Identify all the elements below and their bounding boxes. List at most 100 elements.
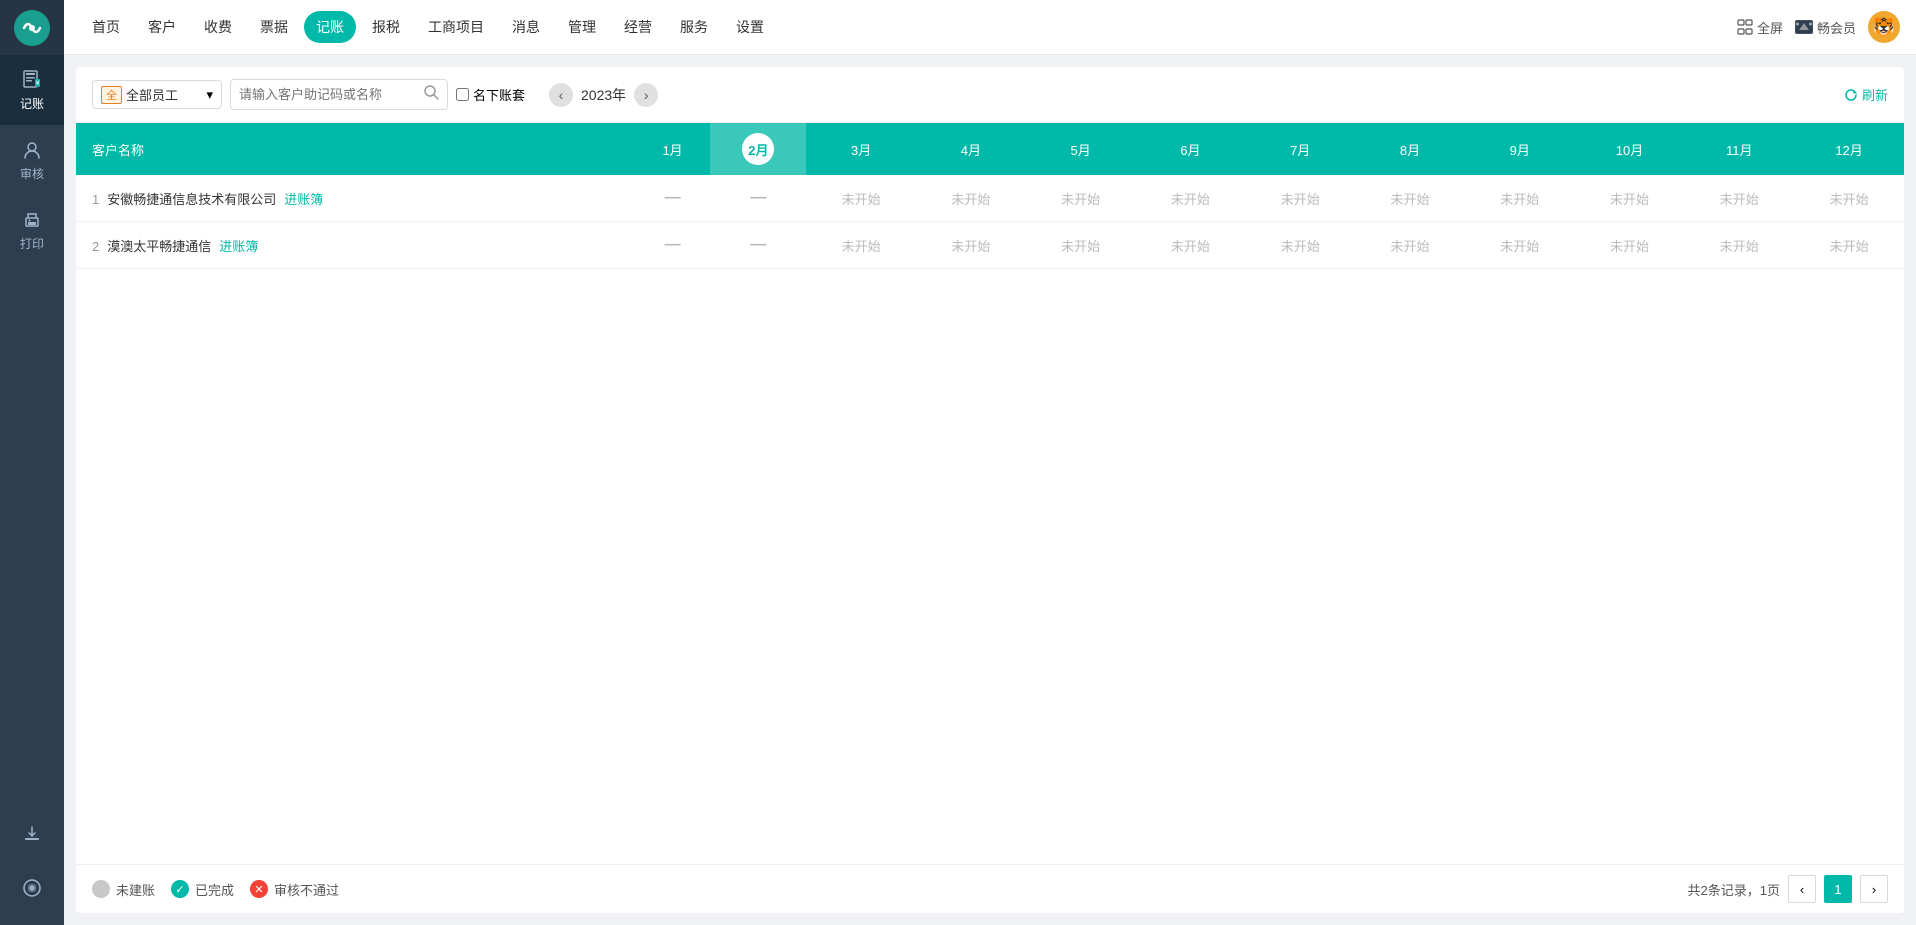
table-row: 1安徽畅捷通信息技术有限公司进账簿——未开始未开始未开始未开始未开始未开始未开始… [76, 175, 1904, 222]
not-started-text: 未开始 [1830, 239, 1869, 254]
nav-message[interactable]: 消息 [500, 11, 552, 43]
sidebar-item-print-label: 打印 [20, 235, 44, 252]
my-accounts-checkbox[interactable] [456, 88, 469, 101]
fullscreen-label: 全屏 [1757, 18, 1783, 37]
not-started-text: 未开始 [1281, 192, 1320, 207]
search-wrap [230, 79, 448, 110]
nav-service[interactable]: 服务 [668, 11, 720, 43]
print-icon [21, 209, 43, 231]
month-cell-12: 未开始 [1794, 222, 1904, 269]
month-cell-2: — [710, 175, 806, 222]
sidebar-download[interactable] [0, 809, 64, 859]
legend-completed: ✓ 已完成 [171, 880, 234, 899]
nav-business[interactable]: 工商项目 [416, 11, 496, 43]
not-started-text: 未开始 [842, 192, 881, 207]
company-name: 漠澳太平畅捷通信 [107, 239, 211, 254]
vip-button[interactable]: 畅会员 [1795, 18, 1856, 37]
month-cell-9: 未开始 [1465, 175, 1575, 222]
not-started-text: 未开始 [1500, 192, 1539, 207]
main-card: 全 全部员工 ▾ 名下账套 [76, 67, 1904, 913]
month-cell-10: 未开始 [1575, 175, 1685, 222]
month-cell-7: 未开始 [1245, 222, 1355, 269]
legend-failed: ✕ 审核不通过 [250, 880, 339, 899]
ledger-icon: ¥ [21, 69, 43, 91]
legend-not-started-label: 未建账 [116, 880, 155, 899]
sidebar-item-audit[interactable]: 审核 [0, 125, 64, 195]
check-icon: ✓ [175, 883, 184, 896]
month-cell-3: 未开始 [806, 175, 916, 222]
nav-invoice[interactable]: 票据 [248, 11, 300, 43]
row-name-cell: 2漠澳太平畅捷通信进账簿 [76, 222, 635, 269]
nav-settings[interactable]: 设置 [724, 11, 776, 43]
month-cell-3: 未开始 [806, 222, 916, 269]
not-started-text: 未开始 [1720, 192, 1759, 207]
not-started-text: 未开始 [951, 192, 990, 207]
sidebar: ¥ 记账 审核 打印 [0, 0, 64, 925]
sidebar-item-ledger[interactable]: ¥ 记账 [0, 55, 64, 125]
enter-ledger-link[interactable]: 进账簿 [284, 192, 323, 207]
search-button[interactable] [423, 84, 439, 105]
employee-select[interactable]: 全 全部员工 ▾ [92, 80, 222, 109]
month-cell-2: — [710, 222, 806, 269]
month-cell-4: 未开始 [916, 175, 1026, 222]
not-started-text: 未开始 [1830, 192, 1869, 207]
nav-fee[interactable]: 收费 [192, 11, 244, 43]
legend-completed-label: 已完成 [195, 880, 234, 899]
not-started-text: 未开始 [1171, 239, 1210, 254]
dash-status: — [662, 187, 684, 209]
nav-home[interactable]: 首页 [80, 11, 132, 43]
prev-year-button[interactable]: ‹ [549, 83, 573, 107]
total-text: 共2条记录，1页 [1688, 880, 1780, 899]
col-apr: 4月 [916, 123, 1026, 175]
sidebar-bottom [0, 809, 64, 925]
fullscreen-button[interactable]: 全屏 [1737, 18, 1783, 37]
not-started-text: 未开始 [1061, 239, 1100, 254]
month-cell-12: 未开始 [1794, 175, 1904, 222]
nav-customer[interactable]: 客户 [136, 11, 188, 43]
nav-operation[interactable]: 经营 [612, 11, 664, 43]
user-avatar[interactable]: 🐯 [1868, 11, 1900, 43]
col-sep: 9月 [1465, 123, 1575, 175]
refresh-label: 刷新 [1862, 85, 1888, 104]
month-cell-4: 未开始 [916, 222, 1026, 269]
not-started-text: 未开始 [1390, 192, 1429, 207]
col-name: 客户名称 [76, 123, 635, 175]
ledger-table: 客户名称 1月 2月 3月 4月 5月 6月 7月 8月 9月 [76, 123, 1904, 269]
col-mar: 3月 [806, 123, 916, 175]
dash-status: — [662, 234, 684, 256]
not-started-text: 未开始 [1610, 239, 1649, 254]
prev-page-button[interactable]: ‹ [1788, 875, 1816, 903]
month-cell-8: 未开始 [1355, 175, 1465, 222]
refresh-button[interactable]: 刷新 [1844, 85, 1888, 104]
sidebar-item-print[interactable]: 打印 [0, 195, 64, 265]
enter-ledger-link[interactable]: 进账簿 [219, 239, 258, 254]
col-aug: 8月 [1355, 123, 1465, 175]
table-wrap[interactable]: 客户名称 1月 2月 3月 4月 5月 6月 7月 8月 9月 [76, 123, 1904, 864]
nav-manage[interactable]: 管理 [556, 11, 608, 43]
col-may: 5月 [1026, 123, 1136, 175]
col-oct: 10月 [1575, 123, 1685, 175]
not-started-text: 未开始 [951, 239, 990, 254]
not-started-text: 未开始 [1610, 192, 1649, 207]
footer: 未建账 ✓ 已完成 ✕ 审核不通过 共2条记录，1页 ‹ [76, 864, 1904, 913]
page-1-button[interactable]: 1 [1824, 875, 1852, 903]
month-cell-5: 未开始 [1026, 175, 1136, 222]
sidebar-logo [0, 0, 64, 55]
nav-tax[interactable]: 报税 [360, 11, 412, 43]
my-accounts-checkbox-wrap[interactable]: 名下账套 [456, 85, 525, 104]
month-cell-7: 未开始 [1245, 175, 1355, 222]
x-icon: ✕ [254, 883, 263, 896]
nav-right: 全屏 畅会员 🐯 [1737, 11, 1900, 43]
month-cell-10: 未开始 [1575, 222, 1685, 269]
next-year-button[interactable]: › [634, 83, 658, 107]
sidebar-help[interactable] [0, 863, 64, 913]
dash-status: — [747, 234, 769, 256]
search-input[interactable] [239, 87, 419, 102]
dash-status: — [747, 187, 769, 209]
nav-ledger[interactable]: 记账 [304, 11, 356, 43]
employee-select-text: 全部员工 [126, 85, 202, 104]
month-cell-11: 未开始 [1684, 222, 1794, 269]
next-page-button[interactable]: › [1860, 875, 1888, 903]
year-display: 2023年 [581, 85, 626, 105]
employee-tag: 全 [101, 86, 122, 104]
